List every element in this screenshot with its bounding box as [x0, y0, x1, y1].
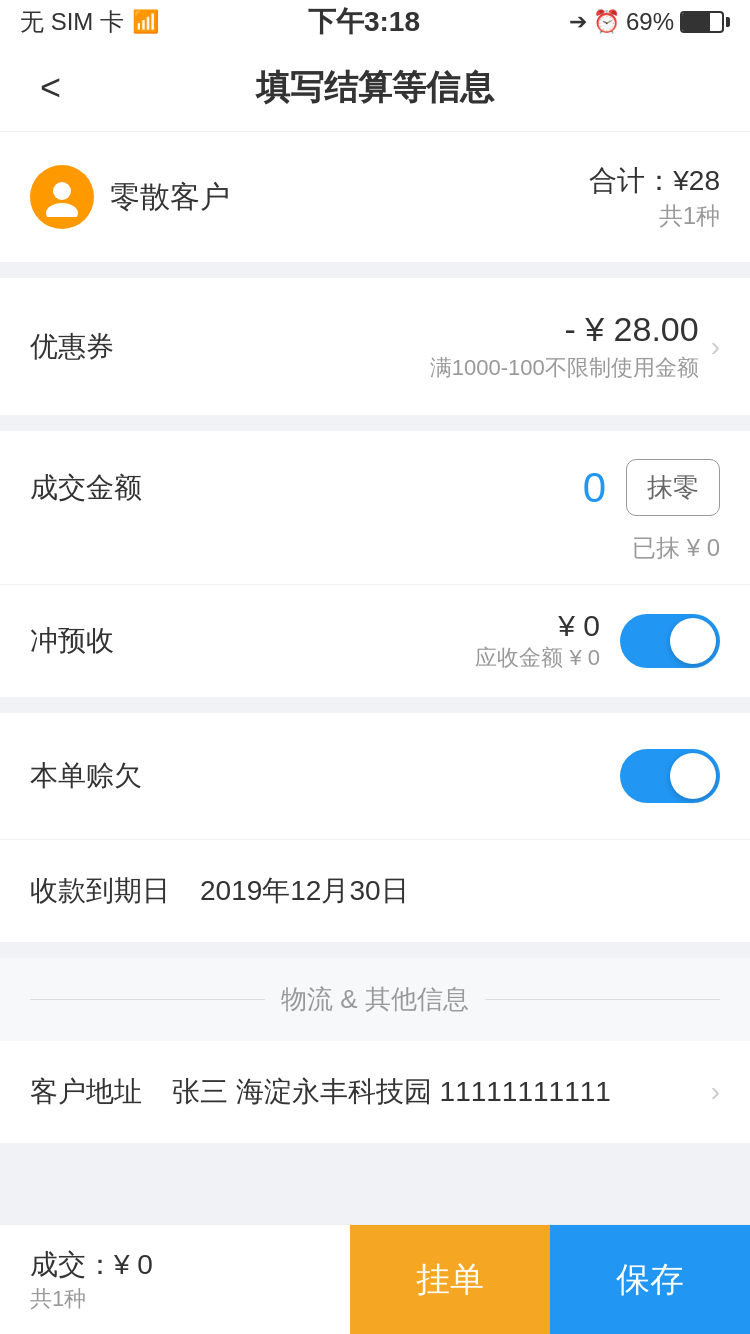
bottom-deal-text: 成交：¥ 0 [30, 1246, 320, 1284]
chevron-right-icon: › [711, 331, 720, 363]
status-right: ➔ ⏰ 69% [569, 8, 730, 36]
debt-row: 本单赊欠 [0, 713, 750, 839]
customer-summary: 合计：¥28 共1种 [589, 162, 720, 232]
prepay-receivable: 应收金额 ¥ 0 [475, 643, 600, 673]
customer-name: 零散客户 [110, 177, 230, 218]
status-bar: 无 SIM 卡 📶 下午3:18 ➔ ⏰ 69% [0, 0, 750, 44]
address-value: 张三 海淀永丰科技园 11111111111 [172, 1073, 711, 1111]
deal-section: 成交金额 0 抹零 已抹 ¥ 0 冲预收 ¥ 0 应收金额 ¥ 0 [0, 431, 750, 697]
nav-bar: < 填写结算等信息 [0, 44, 750, 132]
coupon-section[interactable]: 优惠券 - ¥ 28.00 满1000-100不限制使用金额 › [0, 278, 750, 415]
bottom-summary: 成交：¥ 0 共1种 [0, 1246, 350, 1314]
debt-section: 本单赊欠 收款到期日 2019年12月30日 [0, 713, 750, 942]
bottom-count: 共1种 [30, 1284, 320, 1314]
prepay-right: ¥ 0 应收金额 ¥ 0 [475, 609, 720, 673]
address-label: 客户地址 [30, 1073, 142, 1111]
svg-point-1 [46, 203, 78, 217]
prepay-amount: ¥ 0 [475, 609, 600, 643]
customer-avatar [30, 165, 94, 229]
address-section[interactable]: 客户地址 张三 海淀永丰科技园 11111111111 › [0, 1041, 750, 1143]
logistics-title: 物流 & 其他信息 [265, 982, 485, 1017]
debt-label: 本单赊欠 [30, 757, 142, 795]
due-date-value: 2019年12月30日 [200, 872, 409, 910]
prepay-label: 冲预收 [30, 622, 114, 660]
content: 零散客户 合计：¥28 共1种 优惠券 - ¥ 28.00 满1000-100不… [0, 132, 750, 1279]
battery-percent: 69% [626, 8, 674, 36]
logistics-section: 物流 & 其他信息 [0, 958, 750, 1041]
page-title: 填写结算等信息 [256, 65, 494, 111]
round-zero-button[interactable]: 抹零 [626, 459, 720, 516]
total-amount: 合计：¥28 [589, 162, 720, 200]
deal-row: 成交金额 0 抹零 [0, 431, 750, 532]
customer-left: 零散客户 [30, 165, 230, 229]
coupon-row[interactable]: 优惠券 - ¥ 28.00 满1000-100不限制使用金额 › [0, 278, 750, 415]
customer-row: 零散客户 合计：¥28 共1种 [0, 132, 750, 262]
coupon-right: - ¥ 28.00 满1000-100不限制使用金额 › [430, 310, 720, 383]
status-left: 无 SIM 卡 📶 [20, 6, 159, 38]
coupon-label: 优惠券 [30, 328, 114, 366]
avatar-icon [42, 177, 82, 217]
prepay-toggle[interactable] [620, 614, 720, 668]
prepay-values: ¥ 0 应收金额 ¥ 0 [475, 609, 600, 673]
back-button[interactable]: < [30, 57, 71, 119]
due-date-row: 收款到期日 2019年12月30日 [0, 839, 750, 942]
alarm-icon: ⏰ [593, 9, 620, 35]
coupon-amount: - ¥ 28.00 [430, 310, 699, 349]
address-chevron-icon: › [711, 1076, 720, 1108]
logistics-header: 物流 & 其他信息 [0, 958, 750, 1041]
battery-icon [680, 11, 730, 33]
bottom-deal-amount: ¥ 0 [114, 1249, 153, 1280]
signal-text: 无 SIM 卡 [20, 6, 124, 38]
deal-label: 成交金额 [30, 469, 142, 507]
deal-sub-text: 已抹 ¥ 0 [0, 532, 750, 584]
customer-section: 零散客户 合计：¥28 共1种 [0, 132, 750, 262]
due-date-label: 收款到期日 [30, 872, 170, 910]
deal-amount[interactable]: 0 [583, 464, 606, 512]
total-count: 共1种 [589, 200, 720, 232]
wifi-icon: 📶 [132, 9, 159, 35]
svg-point-0 [53, 182, 71, 200]
hang-order-button[interactable]: 挂单 [350, 1225, 550, 1335]
coupon-desc: 满1000-100不限制使用金额 [430, 353, 699, 383]
address-row[interactable]: 客户地址 张三 海淀永丰科技园 11111111111 › [0, 1041, 750, 1143]
prepay-row: 冲预收 ¥ 0 应收金额 ¥ 0 [0, 584, 750, 697]
location-icon: ➔ [569, 9, 587, 35]
deal-right: 0 抹零 [583, 459, 720, 516]
debt-toggle[interactable] [620, 749, 720, 803]
bottom-deal-label: 成交： [30, 1249, 114, 1280]
bottom-bar: 成交：¥ 0 共1种 挂单 保存 [0, 1224, 750, 1334]
status-time: 下午3:18 [308, 3, 420, 41]
save-button[interactable]: 保存 [550, 1225, 750, 1335]
coupon-value-block: - ¥ 28.00 满1000-100不限制使用金额 [430, 310, 699, 383]
